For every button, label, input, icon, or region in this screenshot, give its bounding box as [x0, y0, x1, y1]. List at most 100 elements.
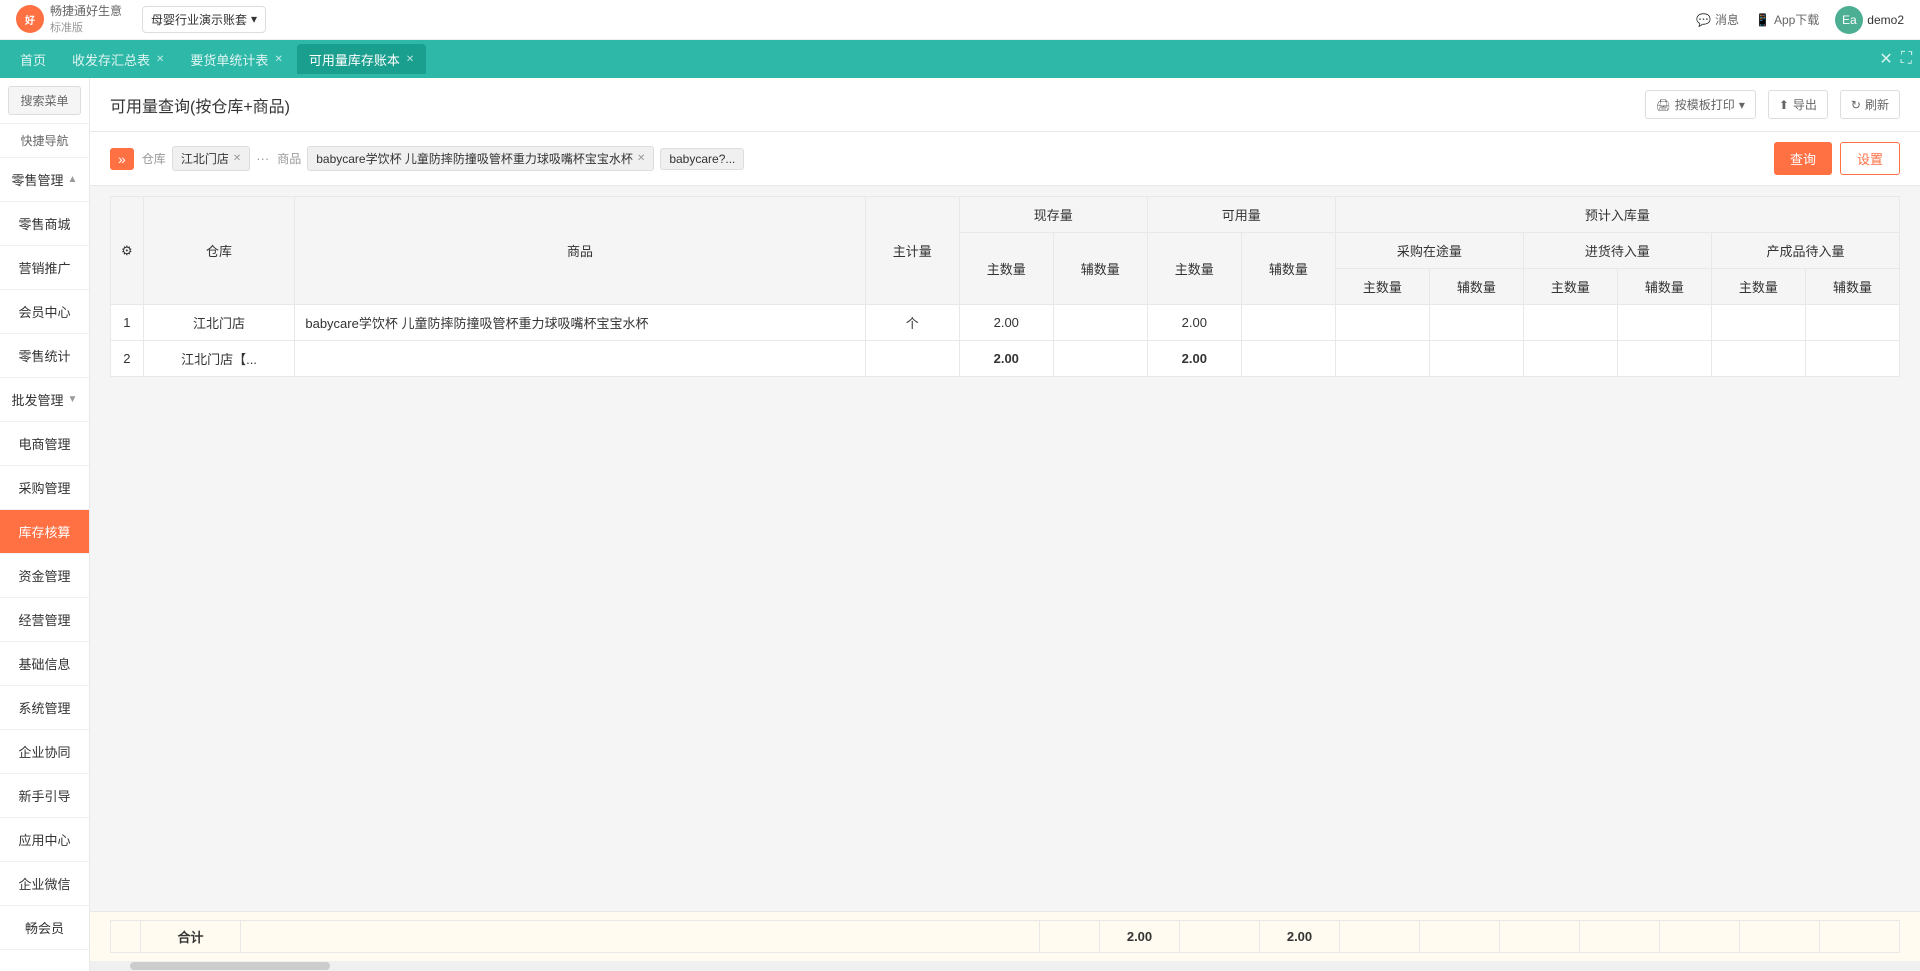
tab-close-all-icon[interactable]: ✕ — [1879, 49, 1892, 69]
page-title: 可用量查询(按仓库+商品) — [110, 93, 290, 117]
sidebar-item-app-center-label: 应用中心 — [18, 830, 70, 849]
sidebar-item-basic-info[interactable]: 基础信息 — [0, 642, 89, 686]
footer-p2 — [1500, 921, 1580, 953]
row2-product — [295, 341, 865, 377]
header-actions: 🖨 按模板打印 ▾ ⬆ 导出 ↻ 刷新 — [1645, 90, 1900, 119]
col-settings[interactable]: ⚙ — [111, 197, 144, 305]
sidebar-item-app-center[interactable]: 应用中心 — [0, 818, 89, 862]
col-stock-main: 主数量 — [959, 233, 1053, 305]
tab-bar: 首页 收发存汇总表 ✕ 要货单统计表 ✕ 可用量库存账本 ✕ ✕ ⛶ — [0, 40, 1920, 78]
sidebar-item-retail-mgmt[interactable]: 零售管理 ▲ — [0, 158, 89, 202]
sidebar-item-purchase-mgmt[interactable]: 采购管理 — [0, 466, 89, 510]
product-filter-tag2[interactable]: babycare?... — [660, 148, 744, 170]
footer-p5 — [1740, 921, 1820, 953]
sidebar-item-retail-stats[interactable]: 零售统计 — [0, 334, 89, 378]
footer-table: 合计 2.00 2.00 — [110, 920, 1900, 953]
h-scrollbar-thumb[interactable] — [130, 962, 330, 970]
footer-product — [241, 921, 1040, 953]
tab-expand-icon[interactable]: ⛶ — [1901, 50, 1912, 68]
row1-produced-aux — [1805, 305, 1899, 341]
sidebar-item-new-guide-label: 新手引导 — [18, 786, 70, 805]
footer-p3 — [1580, 921, 1660, 953]
sidebar-item-wholesale-mgmt-label: 批发管理 — [12, 390, 64, 409]
sidebar-item-member-vip[interactable]: 畅会员 — [0, 906, 89, 950]
warehouse-filter-tag[interactable]: 江北门店 ✕ — [172, 146, 250, 171]
quick-nav-btn[interactable]: 快捷导航 — [0, 124, 89, 158]
tab-receive-summary-close[interactable]: ✕ — [156, 54, 164, 65]
sidebar-item-finance-mgmt[interactable]: 资金管理 — [0, 554, 89, 598]
warehouse-filter-group: 仓库 江北门店 ✕ ··· — [142, 146, 269, 171]
filter-toggle-btn[interactable]: » — [110, 148, 134, 170]
tab-order-stats[interactable]: 要货单统计表 ✕ — [178, 44, 294, 74]
tab-home[interactable]: 首页 — [8, 44, 58, 74]
sidebar-item-ecommerce[interactable]: 电商管理 — [0, 422, 89, 466]
sidebar-item-member-vip-label: 畅会员 — [25, 918, 64, 937]
query-btn[interactable]: 查询 — [1774, 142, 1832, 175]
sidebar-item-retail-stats-label: 零售统计 — [18, 346, 70, 365]
row1-avail-aux — [1241, 305, 1335, 341]
industry-select[interactable]: 母婴行业演示账套 ▾ — [142, 6, 266, 33]
chevron-down-icon: ▾ — [251, 12, 257, 26]
sidebar-item-purchase-mgmt-label: 采购管理 — [18, 478, 70, 497]
export-label: 导出 — [1793, 96, 1817, 113]
row1-produced-main — [1711, 305, 1805, 341]
footer-stock-main: 2.00 — [1100, 921, 1180, 953]
sidebar-search-btn[interactable]: 搜索菜单 — [8, 86, 81, 115]
warehouse-filter-dots[interactable]: ··· — [256, 151, 269, 166]
print-label: 按模板打印 — [1675, 96, 1735, 113]
row1-warehouse: 江北门店 — [143, 305, 295, 341]
print-btn[interactable]: 🖨 按模板打印 ▾ — [1645, 90, 1756, 119]
sidebar-item-sys-mgmt[interactable]: 系统管理 — [0, 686, 89, 730]
sidebar-search-area: 搜索菜单 — [0, 78, 89, 124]
sidebar-item-retail-mall[interactable]: 零售商城 — [0, 202, 89, 246]
tab-order-stats-close[interactable]: ✕ — [274, 54, 282, 65]
row2-avail-main: 2.00 — [1147, 341, 1241, 377]
app-download-icon: 📱 — [1755, 13, 1770, 27]
col-incoming-aux: 辅数量 — [1617, 269, 1711, 305]
footer-avail-main: 2.00 — [1260, 921, 1340, 953]
sidebar-item-wholesale-mgmt[interactable]: 批发管理 ▼ — [0, 378, 89, 422]
chevron-icon-wholesale: ▼ — [68, 394, 78, 405]
sidebar-item-stock-check[interactable]: 库存核算 — [0, 510, 89, 554]
data-table: ⚙ 仓库 商品 主计量 现存量 可用量 预计入库量 主数量 辅数量 主数量 辅数… — [110, 196, 1900, 377]
footer-p6 — [1820, 921, 1900, 953]
row2-incoming-main — [1523, 341, 1617, 377]
warehouse-tag-close[interactable]: ✕ — [233, 153, 241, 164]
row2-warehouse: 江北门店【... — [143, 341, 295, 377]
user-profile[interactable]: Ea demo2 — [1835, 6, 1904, 34]
sidebar-item-marketing[interactable]: 营销推广 — [0, 246, 89, 290]
row1-avail-main: 2.00 — [1147, 305, 1241, 341]
tab-available-stock-label: 可用量库存账本 — [309, 50, 400, 69]
sidebar-item-sys-mgmt-label: 系统管理 — [18, 698, 70, 717]
sidebar-item-enterprise-wechat[interactable]: 企业微信 — [0, 862, 89, 906]
tab-available-stock-close[interactable]: ✕ — [406, 54, 414, 65]
tab-available-stock[interactable]: 可用量库存账本 ✕ — [297, 44, 426, 74]
page-header: 可用量查询(按仓库+商品) 🖨 按模板打印 ▾ ⬆ 导出 ↻ 刷新 — [90, 78, 1920, 132]
sidebar-item-member-center[interactable]: 会员中心 — [0, 290, 89, 334]
tab-bar-actions: ✕ ⛶ — [1879, 49, 1912, 69]
product-tag1-close[interactable]: ✕ — [637, 153, 645, 164]
app-download-btn[interactable]: 📱 App下载 — [1755, 11, 1819, 28]
tab-receive-summary[interactable]: 收发存汇总表 ✕ — [60, 44, 176, 74]
setting-btn[interactable]: 设置 — [1840, 142, 1900, 175]
top-bar: 好 畅捷通好生意 标准版 母婴行业演示账套 ▾ 💬 消息 📱 App下载 Ea … — [0, 0, 1920, 40]
sidebar-item-ops-mgmt[interactable]: 经营管理 — [0, 598, 89, 642]
logo-text-area: 畅捷通好生意 标准版 — [50, 4, 122, 34]
sidebar-item-enterprise-collab[interactable]: 企业协同 — [0, 730, 89, 774]
message-btn[interactable]: 💬 消息 — [1696, 11, 1739, 28]
sidebar-item-ecommerce-label: 电商管理 — [18, 434, 70, 453]
industry-select-label: 母婴行业演示账套 — [151, 11, 247, 28]
col-purchase-main: 主数量 — [1335, 269, 1429, 305]
row2-produced-aux — [1805, 341, 1899, 377]
col-stock-aux: 辅数量 — [1053, 233, 1147, 305]
col-produced-aux: 辅数量 — [1805, 269, 1899, 305]
refresh-btn[interactable]: ↻ 刷新 — [1840, 90, 1900, 119]
product-filter-tag1[interactable]: babycare学饮杯 儿童防摔防撞吸管杯重力球吸嘴杯宝宝水杯 ✕ — [307, 146, 654, 171]
col-available: 可用量 — [1147, 197, 1335, 233]
tab-receive-summary-label: 收发存汇总表 — [72, 50, 150, 69]
sidebar-item-new-guide[interactable]: 新手引导 — [0, 774, 89, 818]
message-icon: 💬 — [1696, 13, 1711, 27]
h-scrollbar[interactable] — [90, 961, 1920, 971]
export-btn[interactable]: ⬆ 导出 — [1768, 90, 1828, 119]
sidebar: 搜索菜单 快捷导航 零售管理 ▲ 零售商城 营销推广 会员中心 零售统计 批发管… — [0, 78, 90, 971]
